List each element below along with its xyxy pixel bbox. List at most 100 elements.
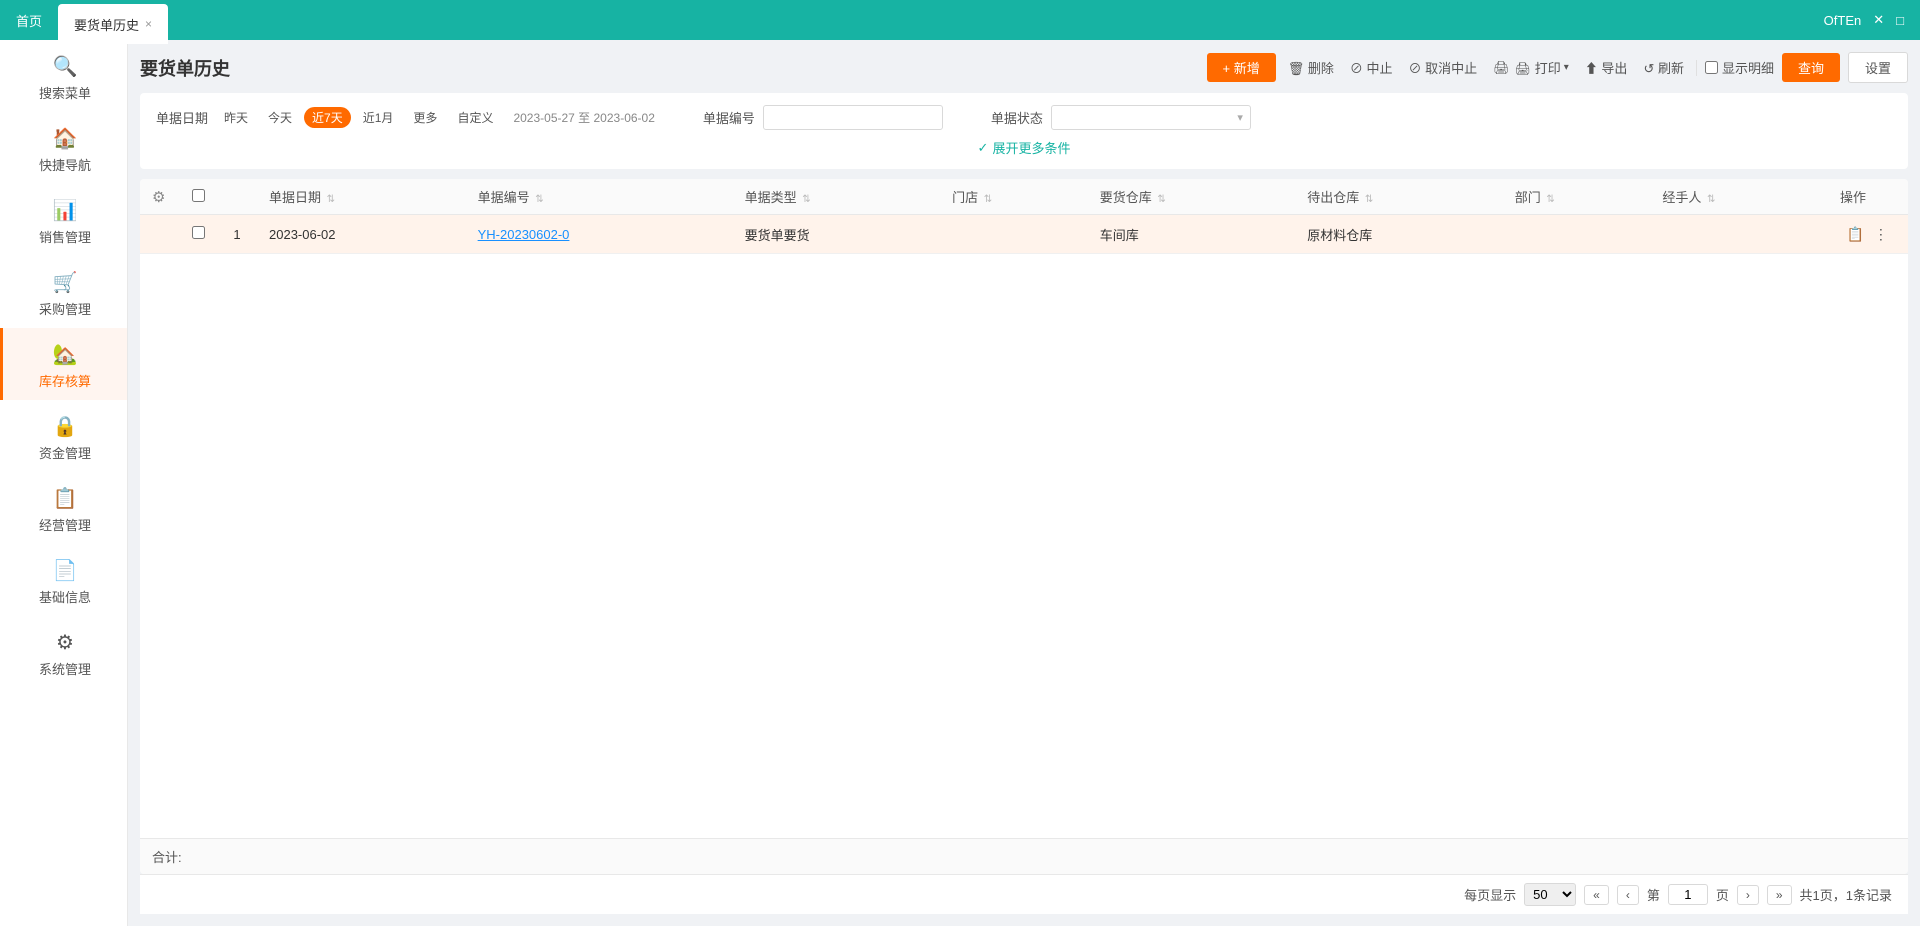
row-checkbox[interactable] <box>192 226 205 239</box>
td-check[interactable] <box>180 215 217 254</box>
window-maximize-icon[interactable]: □ <box>1896 13 1904 28</box>
status-label: 单据状态 <box>991 108 1043 127</box>
last-page-btn[interactable]: » <box>1767 885 1792 905</box>
expand-more-btn[interactable]: ✓ 展开更多条件 <box>156 138 1892 157</box>
date-filter-group: 单据日期 昨天 今天 近7天 近1月 更多 自定义 2023-05-27 至 2… <box>156 107 655 128</box>
sort-store-icon: ⇅ <box>984 194 992 205</box>
filter-row-1: 单据日期 昨天 今天 近7天 近1月 更多 自定义 2023-05-27 至 2… <box>156 105 1892 130</box>
basic-info-icon: 📄 <box>53 558 78 583</box>
filter-area: 单据日期 昨天 今天 近7天 近1月 更多 自定义 2023-05-27 至 2… <box>140 93 1908 169</box>
doc-num-link[interactable]: YH-20230602-0 <box>478 227 570 242</box>
th-check[interactable] <box>180 179 217 215</box>
finance-mgmt-icon: 🔒 <box>53 414 78 439</box>
sidebar-item-operations-mgmt[interactable]: 📋 经营管理 <box>0 472 127 544</box>
td-handler <box>1650 215 1828 254</box>
per-page-select[interactable]: 10 20 50 100 <box>1524 883 1576 906</box>
td-dept <box>1503 215 1651 254</box>
th-doc-num[interactable]: 单据编号 ⇅ <box>466 179 733 215</box>
th-pending-warehouse[interactable]: 待出仓库 ⇅ <box>1295 179 1503 215</box>
settings-button[interactable]: 设置 <box>1848 52 1908 83</box>
th-dept[interactable]: 部门 ⇅ <box>1503 179 1651 215</box>
refresh-button[interactable]: ↺ 刷新 <box>1639 58 1688 77</box>
sidebar-item-quick-nav[interactable]: 🏠 快捷导航 <box>0 112 127 184</box>
stop-button[interactable]: ⊘ 中止 <box>1346 58 1397 77</box>
th-ops: 操作 <box>1828 179 1908 215</box>
settings-col-icon[interactable]: ⚙ <box>152 189 165 206</box>
sidebar-item-search-menu[interactable]: 🔍 搜索菜单 <box>0 40 127 112</box>
prev-page-btn[interactable]: ‹ <box>1617 885 1639 905</box>
operations-mgmt-icon: 📋 <box>53 486 78 511</box>
sidebar-item-basic-info[interactable]: 📄 基础信息 <box>0 544 127 616</box>
th-doc-type[interactable]: 单据类型 ⇅ <box>733 179 941 215</box>
table-row: 1 2023-06-02 YH-20230602-0 要货单要货 车间库 原材料… <box>140 215 1908 254</box>
top-bar-right: OfTEn ✕ □ <box>1824 12 1920 28</box>
th-req-warehouse[interactable]: 要货仓库 ⇅ <box>1088 179 1296 215</box>
print-button[interactable]: 🖨 🖨 打印 ▾ <box>1489 58 1573 77</box>
window-close-icon[interactable]: ✕ <box>1873 12 1884 28</box>
delete-button[interactable]: 🗑 删除 <box>1284 58 1338 77</box>
sidebar: 🔍 搜索菜单 🏠 快捷导航 📊 销售管理 🛒 采购管理 🏡 库存核算 🔒 资金管… <box>0 40 128 926</box>
page-title: 要货单历史 <box>140 55 1207 81</box>
th-store[interactable]: 门店 ⇅ <box>940 179 1088 215</box>
date-opt-today[interactable]: 今天 <box>260 107 300 128</box>
td-doc-type: 要货单要货 <box>733 215 941 254</box>
status-filter-group: 单据状态 <box>991 105 1251 130</box>
th-settings[interactable]: ⚙ <box>140 179 180 215</box>
row-edit-icon[interactable]: 📋 <box>1844 223 1866 245</box>
toolbar: + 新增 🗑 删除 ⊘ 中止 ⊘ 取消中止 🖨 🖨 打印 ▾ ⬆ 导出 ↺ 刷新… <box>1207 52 1908 83</box>
export-button[interactable]: ⬆ 导出 <box>1581 58 1632 77</box>
td-doc-num: YH-20230602-0 <box>466 215 733 254</box>
tab-home[interactable]: 首页 <box>0 0 58 40</box>
sort-doc-type-icon: ⇅ <box>802 194 810 205</box>
expand-more-icon: ✓ <box>978 140 989 156</box>
page-header: 要货单历史 + 新增 🗑 删除 ⊘ 中止 ⊘ 取消中止 🖨 🖨 打印 ▾ ⬆ 导… <box>140 52 1908 83</box>
sidebar-item-inventory[interactable]: 🏡 库存核算 <box>0 328 127 400</box>
date-filter-label: 单据日期 <box>156 108 208 127</box>
show-detail-checkbox[interactable] <box>1705 61 1718 74</box>
sort-req-warehouse-icon: ⇅ <box>1157 194 1165 205</box>
sort-pending-warehouse-icon: ⇅ <box>1365 194 1373 205</box>
print-icon: 🖨 <box>1493 60 1510 76</box>
query-button[interactable]: 查询 <box>1782 53 1840 82</box>
top-bar: 首页 要货单历史 × OfTEn ✕ □ <box>0 0 1920 40</box>
sort-handler-icon: ⇅ <box>1707 194 1715 205</box>
select-all-checkbox[interactable] <box>192 189 205 202</box>
sidebar-item-finance-mgmt[interactable]: 🔒 资金管理 <box>0 400 127 472</box>
date-opt-last7[interactable]: 近7天 <box>304 107 351 128</box>
cancel-stop-button[interactable]: ⊘ 取消中止 <box>1405 58 1482 77</box>
row-more-icon[interactable]: ⋮ <box>1870 223 1892 245</box>
th-doc-date[interactable]: 单据日期 ⇅ <box>257 179 466 215</box>
show-detail-toggle[interactable]: 显示明细 <box>1705 58 1774 77</box>
table-footer: 合计: <box>140 838 1908 874</box>
table-wrap: ⚙ 单据日期 ⇅ 单据编号 ⇅ <box>140 179 1908 874</box>
td-store <box>940 215 1088 254</box>
inventory-icon: 🏡 <box>53 342 78 367</box>
first-page-btn[interactable]: « <box>1584 885 1609 905</box>
next-page-btn[interactable]: › <box>1737 885 1759 905</box>
sidebar-item-purchase-mgmt[interactable]: 🛒 采购管理 <box>0 256 127 328</box>
date-options: 昨天 今天 近7天 近1月 更多 自定义 <box>216 107 501 128</box>
status-select[interactable] <box>1051 105 1251 130</box>
pagination-bar: 每页显示 10 20 50 100 « ‹ 第 页 › » 共1页，1条记录 <box>140 874 1908 914</box>
date-opt-yesterday[interactable]: 昨天 <box>216 107 256 128</box>
sort-dept-icon: ⇅ <box>1546 194 1554 205</box>
docnum-input[interactable] <box>763 105 943 130</box>
td-doc-date: 2023-06-02 <box>257 215 466 254</box>
sidebar-item-sales-mgmt[interactable]: 📊 销售管理 <box>0 184 127 256</box>
quick-nav-icon: 🏠 <box>53 126 78 151</box>
date-opt-custom[interactable]: 自定义 <box>449 107 501 128</box>
date-opt-more[interactable]: 更多 <box>405 107 445 128</box>
th-num <box>217 179 257 215</box>
tab-close-icon[interactable]: × <box>145 17 152 31</box>
sales-mgmt-icon: 📊 <box>53 198 78 223</box>
date-opt-last1month[interactable]: 近1月 <box>355 107 402 128</box>
table-body: 1 2023-06-02 YH-20230602-0 要货单要货 车间库 原材料… <box>140 215 1908 254</box>
td-settings <box>140 215 180 254</box>
page-number-input[interactable] <box>1668 884 1708 905</box>
tab-requisition-history[interactable]: 要货单历史 × <box>58 4 168 44</box>
sidebar-item-system-mgmt[interactable]: ⚙ 系统管理 <box>0 616 127 688</box>
td-req-warehouse: 车间库 <box>1088 215 1296 254</box>
purchase-mgmt-icon: 🛒 <box>53 270 78 295</box>
add-button[interactable]: + 新增 <box>1207 53 1276 82</box>
th-handler[interactable]: 经手人 ⇅ <box>1650 179 1828 215</box>
